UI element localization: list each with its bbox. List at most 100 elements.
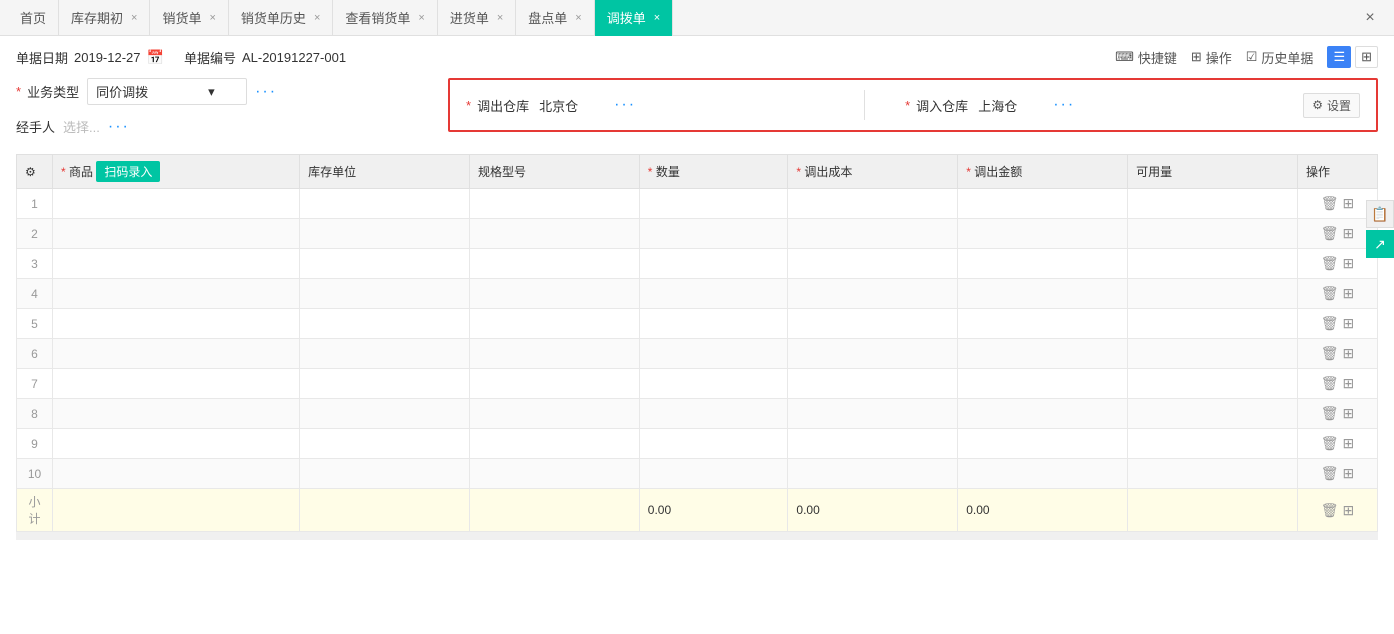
amount-cell[interactable]: [958, 279, 1128, 309]
horizontal-scrollbar[interactable]: [16, 532, 1378, 540]
cost-cell[interactable]: [788, 189, 958, 219]
tab-inventory-init[interactable]: 库存期初 ×: [59, 0, 150, 36]
amount-cell[interactable]: [958, 219, 1128, 249]
copy-row-btn[interactable]: ⊞: [1341, 253, 1357, 274]
amount-cell[interactable]: [958, 399, 1128, 429]
amount-cell[interactable]: [958, 429, 1128, 459]
warehouse-out-more-btn[interactable]: ···: [614, 96, 636, 114]
cost-cell[interactable]: [788, 309, 958, 339]
copy-row-btn[interactable]: ⊞: [1341, 373, 1357, 394]
person-more-btn[interactable]: ···: [108, 118, 130, 136]
delete-row-btn[interactable]: 🗑: [1319, 463, 1341, 484]
product-cell[interactable]: [53, 279, 300, 309]
product-cell[interactable]: [53, 219, 300, 249]
warehouse-settings-btn[interactable]: ⚙ 设置: [1303, 93, 1360, 118]
qty-cell[interactable]: [639, 249, 788, 279]
qty-cell[interactable]: [639, 459, 788, 489]
qty-cell[interactable]: [639, 309, 788, 339]
tab-inventory-check[interactable]: 盘点单 ×: [516, 0, 594, 36]
copy-row-btn[interactable]: ⊞: [1341, 283, 1357, 304]
cost-cell[interactable]: [788, 429, 958, 459]
qty-cell[interactable]: 0.00: [639, 489, 788, 532]
warehouse-out-value[interactable]: 北京仓: [539, 96, 578, 115]
delete-row-btn[interactable]: 🗑: [1319, 500, 1341, 521]
copy-row-btn[interactable]: ⊞: [1341, 223, 1357, 244]
amount-cell[interactable]: [958, 249, 1128, 279]
shortcut-btn[interactable]: ⌨ 快捷键: [1115, 48, 1177, 67]
copy-row-btn[interactable]: ⊞: [1341, 500, 1357, 521]
tab-transfer[interactable]: 调拨单 ×: [595, 0, 673, 36]
tab-purchase[interactable]: 进货单 ×: [438, 0, 516, 36]
delete-row-btn[interactable]: 🗑: [1319, 193, 1341, 214]
amount-cell[interactable]: [958, 309, 1128, 339]
copy-row-btn[interactable]: ⊞: [1341, 463, 1357, 484]
copy-row-btn[interactable]: ⊞: [1341, 433, 1357, 454]
operations-btn[interactable]: ⊞ 操作: [1191, 48, 1232, 67]
product-cell[interactable]: [53, 309, 300, 339]
qty-cell[interactable]: [639, 189, 788, 219]
cost-cell[interactable]: [788, 339, 958, 369]
tab-inventory-check-close[interactable]: ×: [575, 12, 581, 24]
cost-cell[interactable]: [788, 399, 958, 429]
date-value[interactable]: 2019-12-27: [74, 50, 141, 65]
person-select-btn[interactable]: 选择...: [63, 117, 100, 136]
amount-cell[interactable]: 0.00: [958, 489, 1128, 532]
calendar-icon[interactable]: 📅: [147, 49, 164, 66]
warehouse-in-value[interactable]: 上海仓: [978, 96, 1017, 115]
list-view-btn[interactable]: ☰: [1327, 46, 1351, 68]
cost-cell[interactable]: 0.00: [788, 489, 958, 532]
cost-cell[interactable]: [788, 219, 958, 249]
tab-inventory-init-close[interactable]: ×: [131, 12, 137, 24]
qty-cell[interactable]: [639, 429, 788, 459]
product-cell[interactable]: [53, 249, 300, 279]
tab-view-sales-close[interactable]: ×: [418, 12, 424, 24]
amount-cell[interactable]: [958, 339, 1128, 369]
cost-cell[interactable]: [788, 249, 958, 279]
qty-cell[interactable]: [639, 339, 788, 369]
scan-btn[interactable]: 扫码录入: [96, 161, 160, 182]
delete-row-btn[interactable]: 🗑: [1319, 403, 1341, 424]
delete-row-btn[interactable]: 🗑: [1319, 223, 1341, 244]
qty-cell[interactable]: [639, 279, 788, 309]
tab-view-sales[interactable]: 查看销货单 ×: [333, 0, 437, 36]
product-cell[interactable]: [53, 489, 300, 532]
copy-row-btn[interactable]: ⊞: [1341, 313, 1357, 334]
grid-view-btn[interactable]: ⊞: [1355, 46, 1378, 68]
copy-row-btn[interactable]: ⊞: [1341, 193, 1357, 214]
product-cell[interactable]: [53, 459, 300, 489]
right-panel-note-btn[interactable]: 📋: [1366, 200, 1394, 228]
amount-cell[interactable]: [958, 189, 1128, 219]
product-cell[interactable]: [53, 369, 300, 399]
qty-cell[interactable]: [639, 219, 788, 249]
delete-row-btn[interactable]: 🗑: [1319, 433, 1341, 454]
cost-cell[interactable]: [788, 279, 958, 309]
delete-row-btn[interactable]: 🗑: [1319, 253, 1341, 274]
tab-sales-order-close[interactable]: ×: [209, 12, 215, 24]
copy-row-btn[interactable]: ⊞: [1341, 343, 1357, 364]
tab-sales-history[interactable]: 销货单历史 ×: [229, 0, 333, 36]
right-panel-export-btn[interactable]: ↗: [1366, 230, 1394, 258]
product-cell[interactable]: [53, 339, 300, 369]
qty-cell[interactable]: [639, 369, 788, 399]
delete-row-btn[interactable]: 🗑: [1319, 343, 1341, 364]
delete-row-btn[interactable]: 🗑: [1319, 373, 1341, 394]
cost-cell[interactable]: [788, 459, 958, 489]
window-close-button[interactable]: ×: [1354, 2, 1386, 34]
delete-row-btn[interactable]: 🗑: [1319, 283, 1341, 304]
amount-cell[interactable]: [958, 459, 1128, 489]
business-type-more-btn[interactable]: ···: [255, 83, 277, 101]
copy-row-btn[interactable]: ⊞: [1341, 403, 1357, 424]
business-type-select[interactable]: 同价调拨 ▾: [87, 78, 247, 105]
tab-transfer-close[interactable]: ×: [654, 12, 660, 24]
warehouse-in-more-btn[interactable]: ···: [1053, 96, 1075, 114]
cost-cell[interactable]: [788, 369, 958, 399]
product-cell[interactable]: [53, 189, 300, 219]
qty-cell[interactable]: [639, 399, 788, 429]
tab-sales-history-close[interactable]: ×: [314, 12, 320, 24]
product-cell[interactable]: [53, 399, 300, 429]
tab-home[interactable]: 首页: [8, 0, 59, 36]
tab-sales-order[interactable]: 销货单 ×: [150, 0, 228, 36]
tab-purchase-close[interactable]: ×: [497, 12, 503, 24]
product-cell[interactable]: [53, 429, 300, 459]
amount-cell[interactable]: [958, 369, 1128, 399]
